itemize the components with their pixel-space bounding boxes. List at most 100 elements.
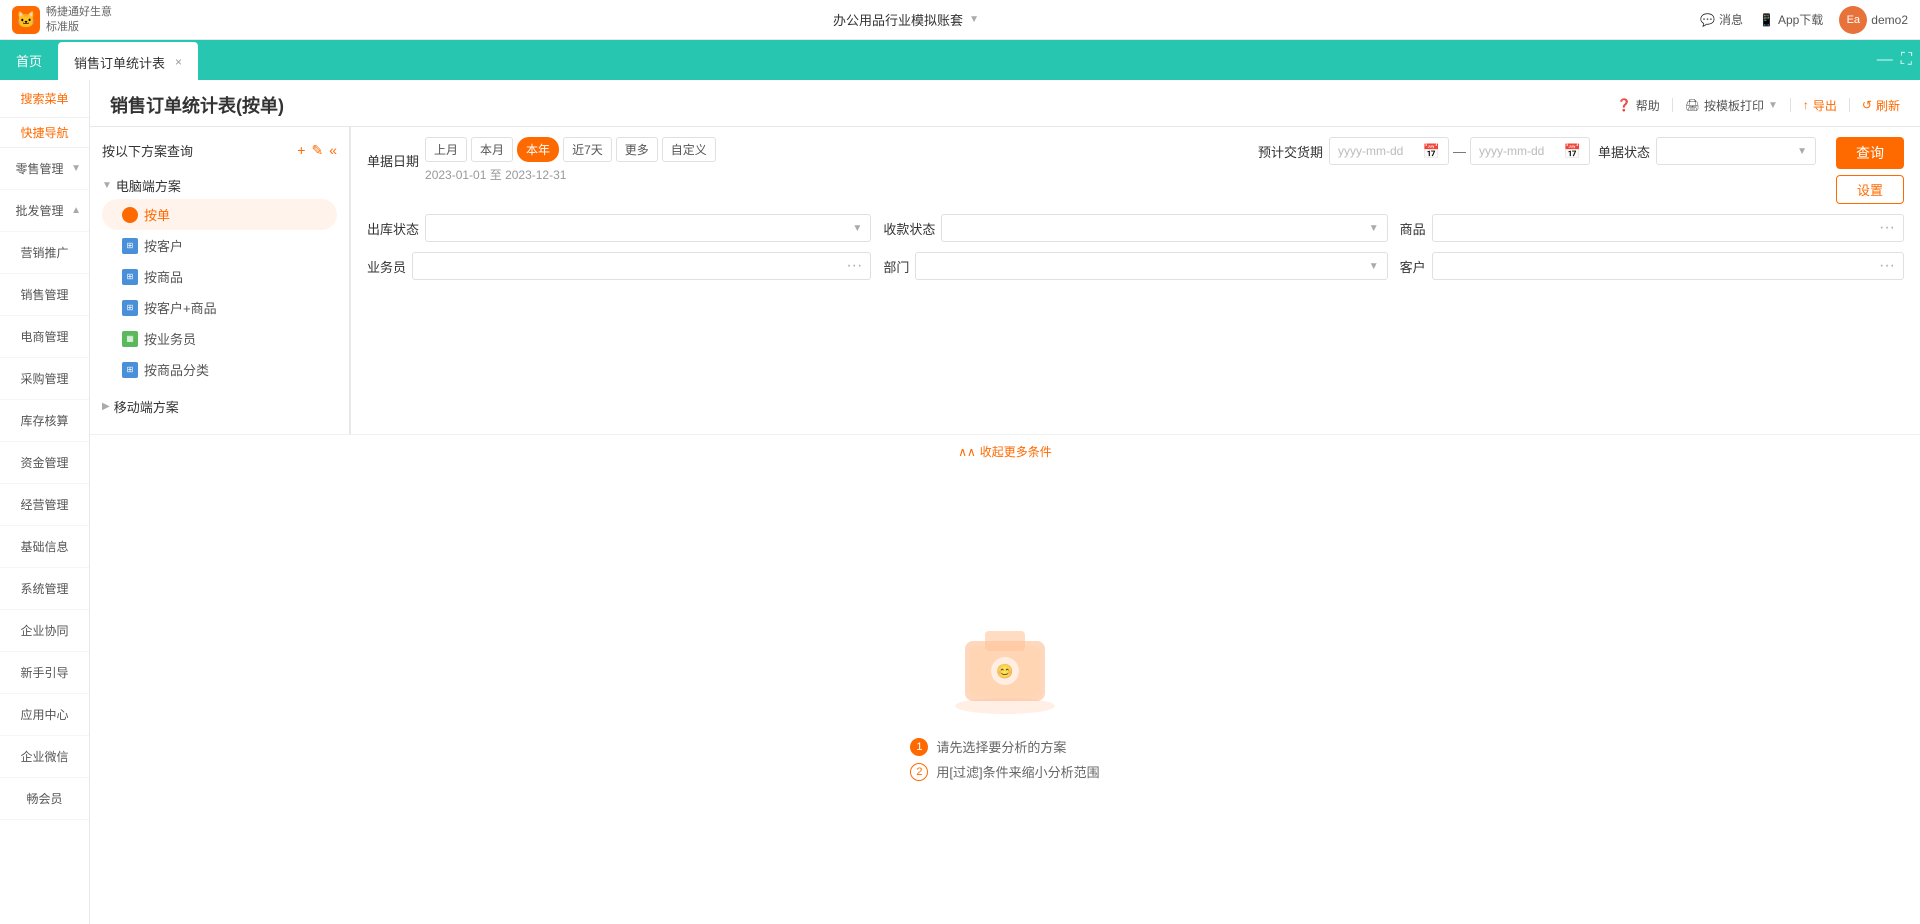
sidebar-item-members[interactable]: 畅会员 (0, 778, 89, 820)
customer-input[interactable]: ··· (1432, 252, 1904, 280)
sidebar-item-wechat[interactable]: 企业微信 (0, 736, 89, 778)
export-button[interactable]: ↑ 导出 (1803, 97, 1837, 114)
print-button[interactable]: 🖨 按模板打印 ▼ (1685, 97, 1778, 114)
sidebar-item-finance[interactable]: 资金管理 (0, 442, 89, 484)
dept-select[interactable]: ▼ (915, 252, 1387, 280)
chevron-icon: ▼ (71, 163, 81, 174)
status-select[interactable]: ▼ (1656, 137, 1816, 165)
print-caret-icon: ▼ (1768, 100, 1778, 111)
sidebar-item-ecommerce[interactable]: 电商管理 (0, 316, 89, 358)
top-bar-right: 💬 消息 📱 App下载 Ea demo2 (1700, 6, 1908, 34)
dept-label: 部门 (883, 257, 909, 276)
sidebar-item-guide[interactable]: 新手引导 (0, 652, 89, 694)
date-btn-7days[interactable]: 近7天 (563, 137, 612, 162)
scheme-item-icon: ⊞ (122, 362, 138, 378)
page-actions: ❓ 帮助 🖨 按模板打印 ▼ ↑ 导出 ↺ 刷新 (1617, 97, 1900, 114)
customer-group: 客户 ··· (1400, 252, 1904, 280)
help-button[interactable]: ❓ 帮助 (1617, 97, 1660, 114)
select-caret-icon: ▼ (1369, 261, 1379, 272)
workspace-selector[interactable]: 办公用品行业模拟账套 ▼ (112, 10, 1700, 29)
sidebar-item-apps[interactable]: 应用中心 (0, 694, 89, 736)
toggle-icon: ▼ (102, 180, 112, 191)
sidebar-item-operations[interactable]: 经营管理 (0, 484, 89, 526)
edit-scheme-button[interactable]: ✎ (311, 142, 323, 159)
message-button[interactable]: 💬 消息 (1700, 11, 1743, 28)
payment-status-label: 收款状态 (883, 219, 935, 238)
user-menu[interactable]: Ea demo2 (1839, 6, 1908, 34)
add-scheme-button[interactable]: + (297, 142, 305, 159)
scheme-header: 按以下方案查询 + ✎ « (90, 137, 349, 168)
sidebar-item-retail[interactable]: 零售管理 ▼ (0, 148, 89, 190)
goods-label: 商品 (1400, 219, 1426, 238)
top-bar-left: 🐱 畅捷通好生意 标准版 (12, 5, 112, 34)
expected-date-end-input[interactable]: yyyy-mm-dd 📅 (1470, 137, 1590, 165)
sidebar-item-wholesale[interactable]: 批发管理 ▲ (0, 190, 89, 232)
category-mobile-toggle[interactable]: ▶ 移动端方案 (102, 393, 337, 420)
scheme-item-by-order[interactable]: 按单 (102, 199, 337, 230)
goods-input[interactable]: ··· (1432, 214, 1904, 242)
date-filter-group: 单据日期 上月 本月 本年 近7天 更多 自定义 20 (367, 137, 1250, 183)
tab-home[interactable]: 首页 (0, 40, 58, 80)
sidebar-item-marketing[interactable]: 营销推广 (0, 232, 89, 274)
sidebar-item-basic-info[interactable]: 基础信息 (0, 526, 89, 568)
date-btn-last-month[interactable]: 上月 (425, 137, 467, 162)
date-btn-more[interactable]: 更多 (616, 137, 658, 162)
scheme-item-by-salesperson[interactable]: ▦ 按业务员 (102, 323, 337, 354)
category-pc-toggle[interactable]: ▼ 电脑端方案 (102, 172, 337, 199)
date-btn-this-year[interactable]: 本年 (517, 137, 559, 162)
scheme-item-icon: ⊞ (122, 300, 138, 316)
sidebar-item-purchase[interactable]: 采购管理 (0, 358, 89, 400)
action-buttons: 查询 设置 (1824, 137, 1904, 204)
filter-section: 按以下方案查询 + ✎ « ▼ 电脑端方案 (90, 127, 1920, 468)
sidebar-item-sales[interactable]: 销售管理 (0, 274, 89, 316)
query-button[interactable]: 查询 (1836, 137, 1904, 169)
date-label: 单据日期 (367, 151, 419, 170)
refresh-button[interactable]: ↺ 刷新 (1862, 97, 1900, 114)
scheme-item-by-customer[interactable]: ⊞ 按客户 (102, 230, 337, 261)
scheme-item-icon: ▦ (122, 331, 138, 347)
search-menu-button[interactable]: 搜索菜单 (0, 80, 89, 118)
date-controls: 上月 本月 本年 近7天 更多 自定义 2023-01-01 至 2023-12… (425, 137, 716, 183)
date-range-display: 2023-01-01 至 2023-12-31 (425, 166, 716, 183)
payment-status-select[interactable]: ▼ (941, 214, 1387, 242)
scheme-item-by-category[interactable]: ⊞ 按商品分类 (102, 354, 337, 385)
date-btn-this-month[interactable]: 本月 (471, 137, 513, 162)
scheme-item-by-goods[interactable]: ⊞ 按商品 (102, 261, 337, 292)
scheme-item-icon: ⊞ (122, 238, 138, 254)
out-status-select[interactable]: ▼ (425, 214, 871, 242)
maximize-button[interactable]: ⛶ (1901, 51, 1912, 69)
step-2-num: 2 (910, 763, 928, 781)
refresh-icon: ↺ (1862, 98, 1872, 112)
sidebar-item-enterprise[interactable]: 企业协同 (0, 610, 89, 652)
empty-svg: 😊 (935, 611, 1075, 721)
avatar: Ea (1839, 6, 1867, 34)
collapse-scheme-button[interactable]: « (329, 142, 337, 159)
chevron-icon: ▲ (71, 205, 81, 216)
tab-close-icon[interactable]: × (175, 55, 182, 69)
divider (1672, 98, 1673, 112)
empty-step-1: 1 请先选择要分析的方案 (910, 737, 1099, 756)
empty-step-2: 2 用[过滤]条件来缩小分析范围 (910, 762, 1099, 781)
empty-illustration: 😊 (935, 611, 1075, 721)
logo-icon: 🐱 (12, 6, 40, 34)
collapse-bar[interactable]: ∧∧ 收起更多条件 (90, 434, 1920, 468)
sidebar: 搜索菜单 快捷导航 零售管理 ▼ 批发管理 ▲ 营销推广 销售管理 电商管理 采… (0, 80, 90, 924)
tab-sales-order[interactable]: 销售订单统计表 × (58, 42, 198, 82)
minimize-button[interactable]: — (1877, 51, 1893, 69)
sidebar-item-inventory[interactable]: 库存核算 (0, 400, 89, 442)
expected-date-start-input[interactable]: yyyy-mm-dd 📅 (1329, 137, 1449, 165)
salesperson-input[interactable]: ··· (412, 252, 871, 280)
sidebar-item-system[interactable]: 系统管理 (0, 568, 89, 610)
filter-wrapper: 按以下方案查询 + ✎ « ▼ 电脑端方案 (90, 127, 1920, 434)
settings-button[interactable]: 设置 (1836, 175, 1904, 204)
app-download-button[interactable]: 📱 App下载 (1759, 11, 1823, 28)
more-icon: ··· (846, 257, 862, 275)
scheme-item-by-customer-goods[interactable]: ⊞ 按客户+商品 (102, 292, 337, 323)
more-icon: ··· (1879, 219, 1895, 237)
filter-right: 单据日期 上月 本月 本年 近7天 更多 自定义 20 (351, 127, 1920, 434)
status-label: 单据状态 (1598, 142, 1650, 161)
divider (1790, 98, 1791, 112)
customer-label: 客户 (1400, 257, 1426, 276)
quick-nav-button[interactable]: 快捷导航 (0, 118, 89, 148)
date-btn-custom[interactable]: 自定义 (662, 137, 716, 162)
